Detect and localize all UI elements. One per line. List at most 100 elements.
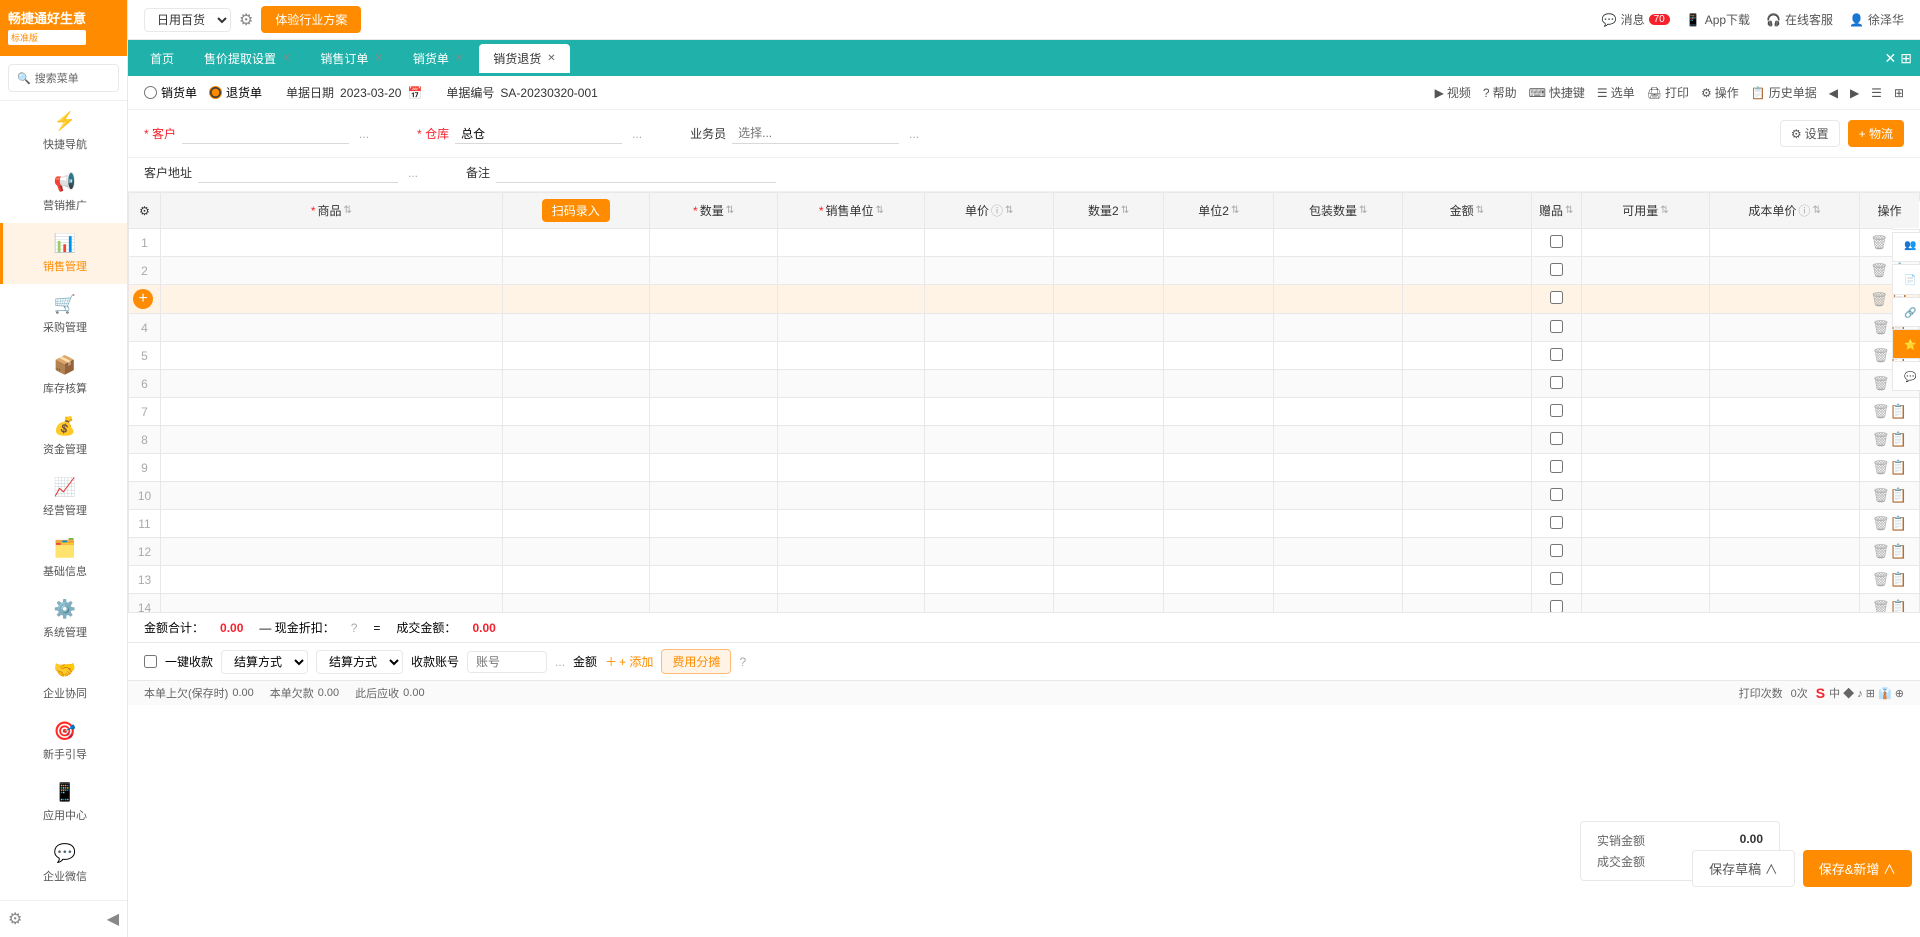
settle-method-select[interactable]: 结算方式 xyxy=(221,650,308,674)
sidebar-item-guide[interactable]: 🎯 新手引导 xyxy=(0,711,127,772)
available-sort-icon[interactable]: ⇅ xyxy=(1660,205,1668,216)
right-float-btn-4[interactable]: 🔗 xyxy=(1892,297,1920,327)
delete-row-3-icon[interactable]: 🗑 xyxy=(1870,291,1888,307)
product-cell-3[interactable] xyxy=(161,285,503,314)
sales-unit-cell-3[interactable] xyxy=(778,285,925,314)
qty-cell-2[interactable] xyxy=(649,257,778,285)
right-float-btn-2[interactable]: 👥 xyxy=(1892,232,1920,262)
barcode-cell-3[interactable] xyxy=(502,285,649,314)
sidebar-item-operations[interactable]: 📈 经营管理 xyxy=(0,467,127,528)
save-draft-button[interactable]: 保存草稿 ∧ xyxy=(1692,850,1795,887)
sidebar-item-system[interactable]: ⚙️ 系统管理 xyxy=(0,589,127,650)
unit2-cell-1[interactable] xyxy=(1164,229,1274,257)
app-download-button[interactable]: 📱 App下载 xyxy=(1686,11,1750,28)
help-btn[interactable]: ? 帮助 xyxy=(1483,84,1517,101)
staff-dots[interactable]: ... xyxy=(909,127,919,141)
video-btn[interactable]: ▶ 视频 xyxy=(1435,84,1471,101)
topbar-gear-icon[interactable]: ⚙ xyxy=(239,10,253,30)
nav-prev-btn[interactable]: ◀ xyxy=(1829,86,1838,100)
tab-sales[interactable]: 销货单 ✕ xyxy=(399,44,477,73)
tab-price-setting-close[interactable]: ✕ xyxy=(282,53,290,64)
address-input[interactable] xyxy=(198,162,398,183)
table-gear-icon[interactable]: ⚙ xyxy=(139,204,150,218)
customer-dots[interactable]: ... xyxy=(359,127,369,141)
account-dots[interactable]: ... xyxy=(555,655,565,669)
expense-split-button[interactable]: 费用分摊 xyxy=(661,649,731,674)
qty-sort-icon[interactable]: ⇅ xyxy=(726,205,734,216)
amount-cell-2[interactable] xyxy=(1403,257,1532,285)
right-float-btn-6[interactable]: 💬 xyxy=(1892,361,1920,391)
discount-info-icon[interactable]: ? xyxy=(351,621,358,635)
delete-icon[interactable]: 🗑 xyxy=(1872,599,1890,612)
qty2-sort-icon[interactable]: ⇅ xyxy=(1121,205,1129,216)
sidebar-item-inventory[interactable]: 📦 库存核算 xyxy=(0,345,127,406)
industry-select[interactable]: 日用百货 xyxy=(144,8,231,32)
gift-checkbox-2[interactable] xyxy=(1550,263,1563,276)
sales-unit-sort-icon[interactable]: ⇅ xyxy=(876,205,884,216)
search-menu-button[interactable]: 🔍 搜索菜单 xyxy=(8,64,119,92)
gift-sort-icon[interactable]: ⇅ xyxy=(1565,205,1573,216)
delete-row-1-icon[interactable]: 🗑 xyxy=(1870,234,1888,250)
qty2-cell-3[interactable] xyxy=(1053,285,1163,314)
radio-return[interactable]: 退货单 xyxy=(209,84,262,101)
sidebar-collapse-button[interactable]: ◀ xyxy=(107,909,119,929)
pack-qty-cell-1[interactable] xyxy=(1274,229,1403,257)
copy-icon[interactable]: 📋 xyxy=(1890,403,1907,419)
delete-icon[interactable]: 🗑 xyxy=(1872,459,1890,475)
payment-help-icon[interactable]: ? xyxy=(739,655,746,669)
sidebar-item-finance[interactable]: 💰 资金管理 xyxy=(0,406,127,467)
gift-cell-2[interactable] xyxy=(1531,257,1581,285)
logistics-button[interactable]: + 物流 xyxy=(1848,120,1904,147)
unit-price-cell-2[interactable] xyxy=(925,257,1054,285)
product-sort-icon[interactable]: ⇅ xyxy=(344,205,352,216)
unit-price-cell-1[interactable] xyxy=(925,229,1054,257)
message-button[interactable]: 💬 消息 70 xyxy=(1602,11,1670,28)
add-row-button[interactable]: + xyxy=(133,289,153,309)
amount-sort-icon[interactable]: ⇅ xyxy=(1476,205,1484,216)
delete-row-2-icon[interactable]: 🗑 xyxy=(1870,262,1888,278)
barcode-cell-1[interactable] xyxy=(502,229,649,257)
warehouse-dots[interactable]: ... xyxy=(632,127,642,141)
amount-cell-3[interactable] xyxy=(1403,285,1532,314)
unit2-cell-3[interactable] xyxy=(1164,285,1274,314)
product-cell-2[interactable] xyxy=(161,257,503,285)
cost-price-cell-3[interactable] xyxy=(1710,285,1860,314)
delete-icon[interactable]: 🗑 xyxy=(1872,347,1890,363)
tab-close-all-button[interactable]: ✕ xyxy=(1885,50,1897,67)
unit2-sort-icon[interactable]: ⇅ xyxy=(1231,205,1239,216)
qty-cell-3[interactable] xyxy=(649,285,778,314)
tab-sales-return[interactable]: 销货退货 ✕ xyxy=(479,44,569,73)
cost-price-cell-2[interactable] xyxy=(1710,257,1860,285)
sales-unit-cell-2[interactable] xyxy=(778,257,925,285)
sales-unit-cell-1[interactable] xyxy=(778,229,925,257)
history-btn[interactable]: 📋 历史单据 xyxy=(1751,84,1817,101)
barcode-cell-2[interactable] xyxy=(502,257,649,285)
calc-method-select[interactable]: 结算方式 xyxy=(316,650,403,674)
shortcut-btn[interactable]: ⌨ 快捷键 xyxy=(1529,84,1585,101)
unit-price-cell-3[interactable] xyxy=(925,285,1054,314)
operate-btn[interactable]: ⚙ 操作 xyxy=(1701,84,1739,101)
delete-icon[interactable]: 🗑 xyxy=(1872,487,1890,503)
gift-checkbox-3[interactable] xyxy=(1550,291,1563,304)
th-gear[interactable]: ⚙ xyxy=(129,193,161,229)
cost-price-sort-icon[interactable]: ⇅ xyxy=(1812,205,1820,216)
staff-input[interactable] xyxy=(732,123,899,144)
account-input[interactable] xyxy=(467,651,547,673)
unit-price-sort-icon[interactable]: ⇅ xyxy=(1005,205,1013,216)
radio-sales[interactable]: 销货单 xyxy=(144,84,197,101)
pack-qty-cell-2[interactable] xyxy=(1274,257,1403,285)
delete-icon[interactable]: 🗑 xyxy=(1872,319,1890,335)
pack-qty-cell-3[interactable] xyxy=(1274,285,1403,314)
cost-price-cell-1[interactable] xyxy=(1710,229,1860,257)
available-cell-3[interactable] xyxy=(1581,285,1710,314)
print-btn[interactable]: 🖨 打印 xyxy=(1647,84,1689,101)
tab-price-setting[interactable]: 售价提取设置 ✕ xyxy=(190,44,304,73)
settings-button[interactable]: ⚙ 设置 xyxy=(1780,120,1840,147)
delete-icon[interactable]: 🗑 xyxy=(1872,543,1890,559)
trial-button[interactable]: 体验行业方案 xyxy=(261,6,361,33)
copy-icon[interactable]: 📋 xyxy=(1890,431,1907,447)
right-float-btn-5[interactable]: ⭐ xyxy=(1892,329,1920,359)
delete-icon[interactable]: 🗑 xyxy=(1872,515,1890,531)
extra-icons[interactable]: 中 ◆ ♪ ⊞ 👔 ⊕ xyxy=(1829,685,1904,701)
tab-home[interactable]: 首页 xyxy=(136,44,188,73)
